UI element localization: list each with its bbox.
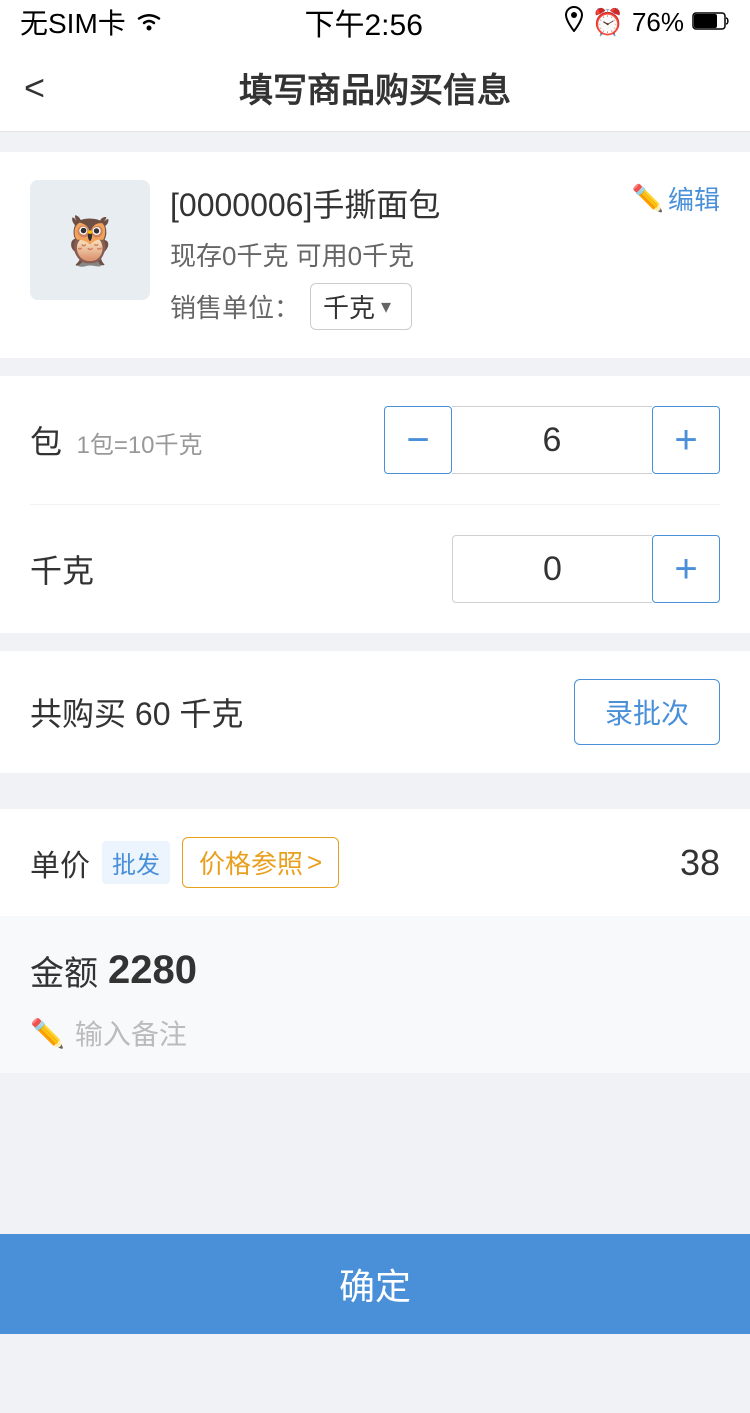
stock-info: 现存0千克 可用0千克 — [170, 236, 720, 273]
total-value: 60 — [135, 696, 171, 732]
qty-input-bao[interactable] — [452, 406, 652, 474]
amount-label: 金额 — [30, 946, 98, 995]
edit-icon: ✏️ — [632, 183, 664, 214]
amount-row: 金额 2280 — [30, 946, 720, 995]
price-ref-label: 价格参照 — [199, 844, 303, 881]
qty-control-bao: − + — [384, 406, 720, 474]
qty-minus-bao-button[interactable]: − — [384, 406, 452, 474]
price-label: 单价 批发 价格参照 > — [30, 837, 339, 888]
quantity-row-bao: 包 1包=10千克 − + — [30, 376, 720, 505]
price-badge: 批发 — [102, 841, 170, 884]
back-button[interactable]: < — [24, 67, 45, 109]
unit-select[interactable]: 千克 ▾ — [310, 283, 412, 330]
status-left: 无SIM卡 — [20, 2, 164, 42]
confirm-button[interactable]: 确定 — [0, 1234, 750, 1334]
dropdown-arrow-icon: ▾ — [381, 294, 391, 319]
location-icon — [564, 6, 584, 39]
wifi-icon — [134, 6, 164, 38]
edit-button[interactable]: ✏️ 编辑 — [632, 180, 720, 217]
unit-label: 销售单位： — [170, 288, 300, 325]
product-logo-icon: 🦉 — [60, 212, 120, 269]
carrier-text: 无SIM卡 — [20, 2, 126, 42]
qty-control-kg: + — [452, 535, 720, 603]
section-divider-1 — [0, 358, 750, 376]
battery-text: 76% — [632, 7, 684, 38]
unit-value: 千克 — [323, 288, 375, 325]
price-text: 单价 — [30, 841, 90, 885]
status-time: 下午2:56 — [304, 0, 422, 44]
product-info: [0000006]手撕面包 ✏️ 编辑 现存0千克 可用0千克 销售单位： 千克… — [170, 180, 720, 330]
qty-label-bao: 包 1包=10千克 — [30, 417, 203, 463]
product-name: [0000006]手撕面包 — [170, 180, 440, 226]
section-divider-2 — [0, 773, 750, 791]
price-ref-button[interactable]: 价格参照 > — [182, 837, 339, 888]
bottom-bar: 确定 — [0, 1234, 750, 1334]
nav-bar: < 填写商品购买信息 — [0, 44, 750, 132]
quantity-row-kg: 千克 + — [30, 505, 720, 633]
total-section: 共购买 60 千克 录批次 — [0, 651, 750, 773]
qty-plus-bao-button[interactable]: + — [652, 406, 720, 474]
remark-row[interactable]: ✏️ 输入备注 — [30, 1013, 720, 1053]
quantity-section: 包 1包=10千克 − + 千克 + — [0, 376, 750, 633]
status-right: ⏰ 76% — [564, 6, 730, 39]
qty-plus-kg-button[interactable]: + — [652, 535, 720, 603]
product-card: 🦉 [0000006]手撕面包 ✏️ 编辑 现存0千克 可用0千克 销售单位： … — [0, 152, 750, 358]
amount-value: 2280 — [108, 948, 197, 993]
qty-input-kg[interactable] — [452, 535, 652, 603]
total-unit: 千克 — [179, 696, 243, 732]
pencil-icon: ✏️ — [30, 1017, 65, 1050]
edit-label: 编辑 — [668, 180, 720, 217]
qty-label-kg: 千克 — [30, 546, 94, 592]
total-text: 共购买 60 千克 — [30, 689, 243, 735]
status-bar: 无SIM卡 下午2:56 ⏰ 76% — [0, 0, 750, 44]
alarm-icon: ⏰ — [592, 7, 624, 38]
price-row: 单价 批发 价格参照 > 38 — [0, 809, 750, 916]
product-title-row: [0000006]手撕面包 ✏️ 编辑 — [170, 180, 720, 226]
price-ref-arrow-icon: > — [307, 847, 322, 878]
batch-button[interactable]: 录批次 — [574, 679, 720, 745]
amount-section: 金额 2280 ✏️ 输入备注 — [0, 916, 750, 1073]
page-title: 填写商品购买信息 — [239, 63, 511, 112]
remark-placeholder: 输入备注 — [75, 1013, 187, 1053]
price-value: 38 — [680, 842, 720, 884]
unit-row: 销售单位： 千克 ▾ — [170, 283, 720, 330]
battery-icon — [692, 7, 730, 38]
product-thumbnail: 🦉 — [30, 180, 150, 300]
total-label: 共购买 — [30, 696, 126, 732]
